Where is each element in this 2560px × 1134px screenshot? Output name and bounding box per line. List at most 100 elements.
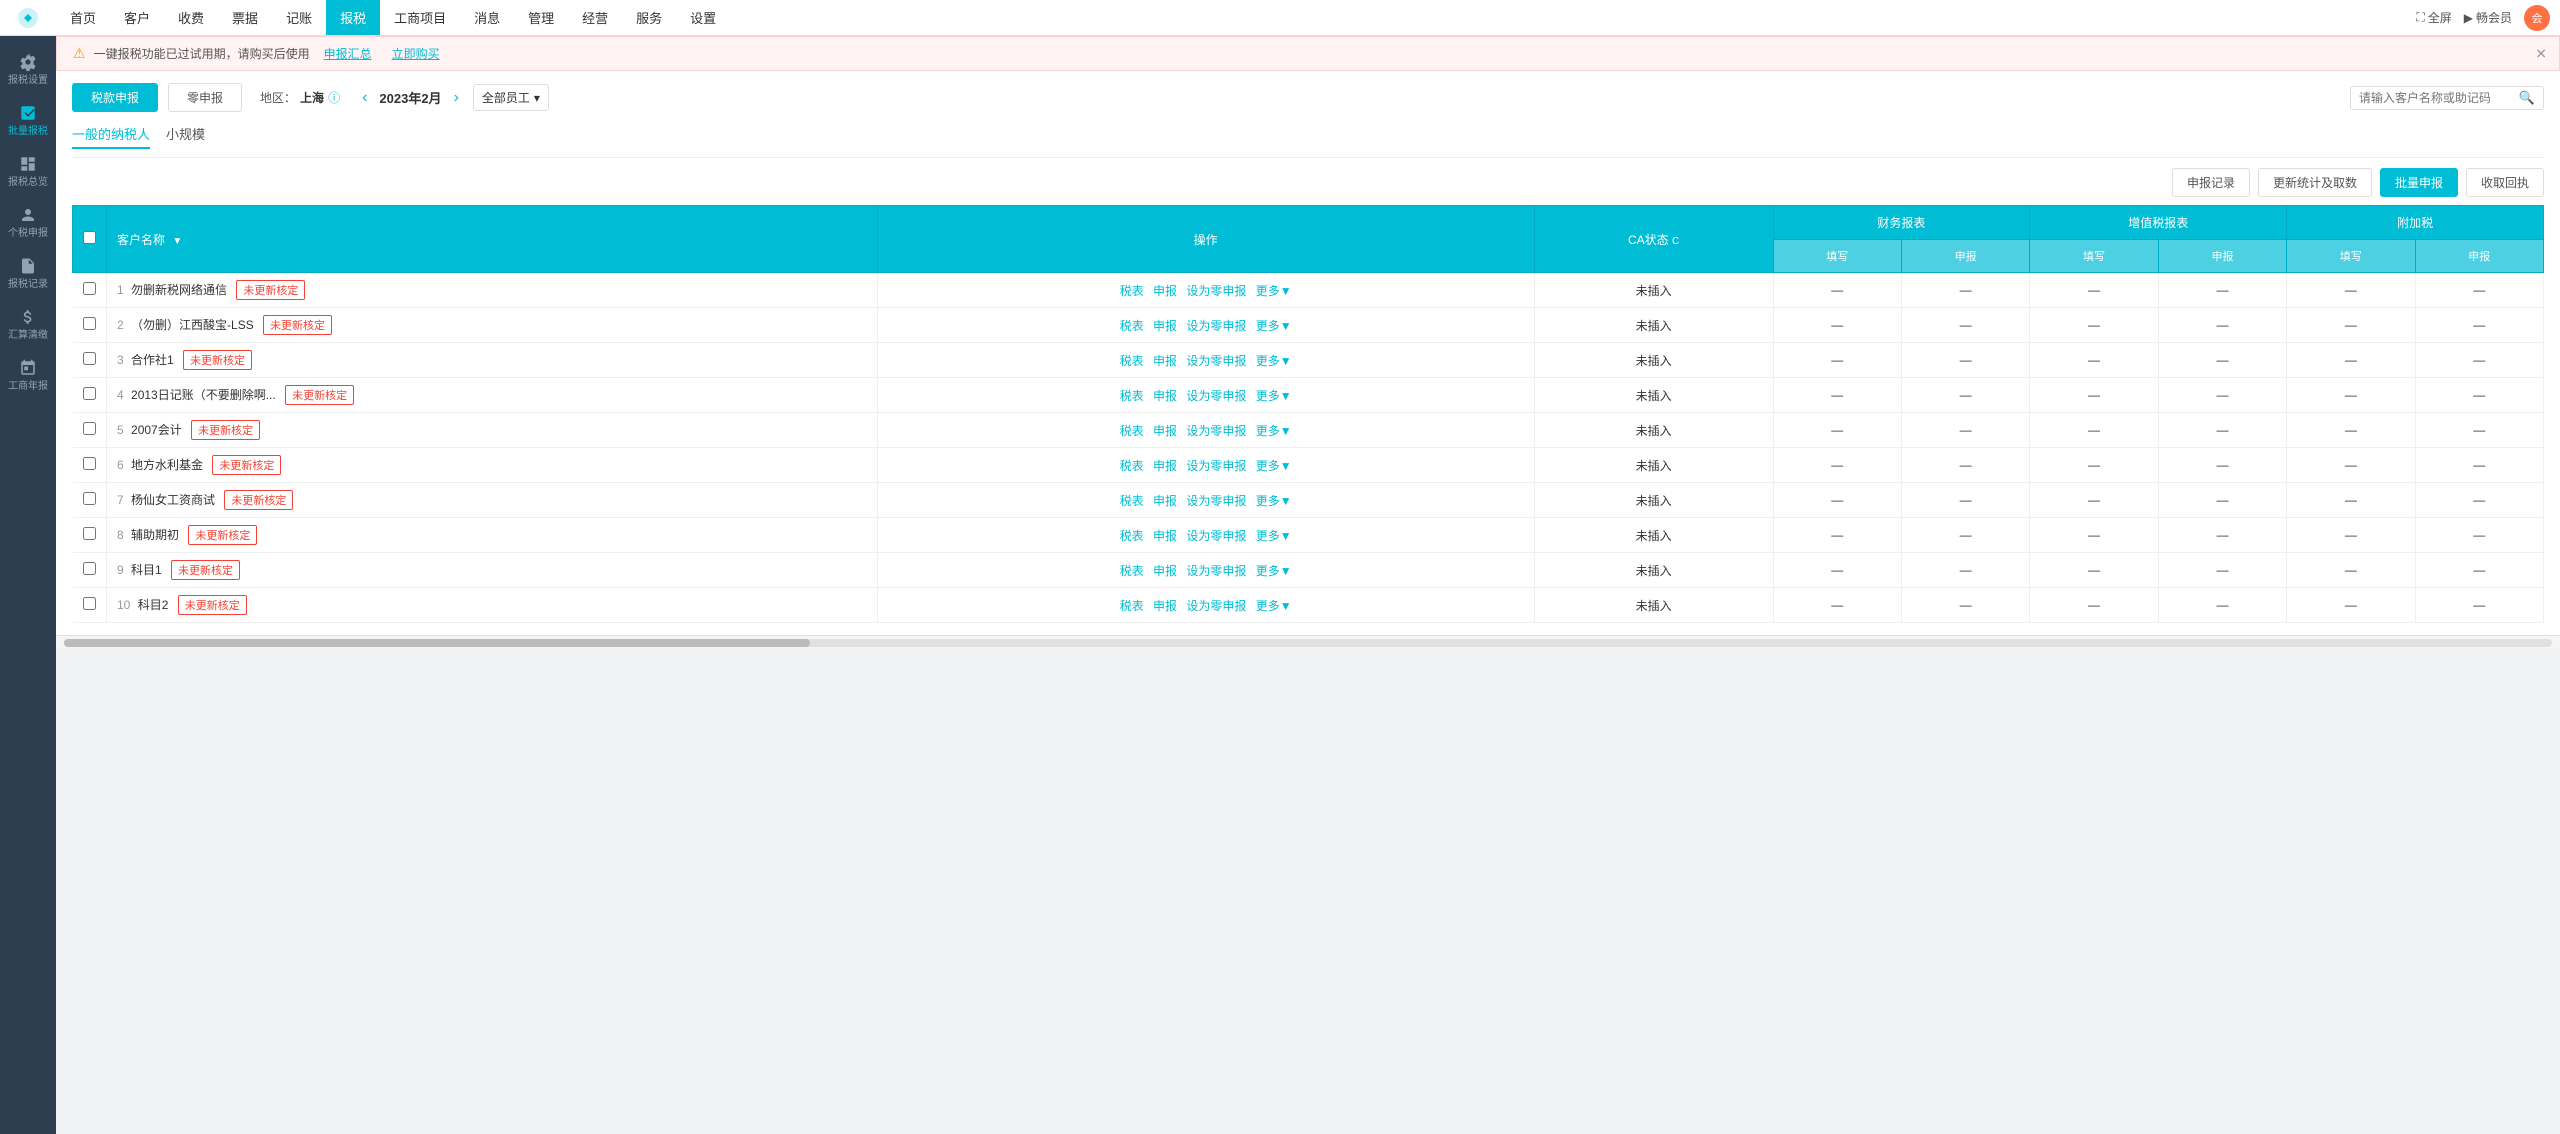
row-fin-fill: — xyxy=(1773,378,1901,413)
sub-tab-small[interactable]: 小规模 xyxy=(166,124,205,149)
op-tax-table[interactable]: 税表 xyxy=(1120,459,1144,473)
op-zero-declare[interactable]: 设为零申报 xyxy=(1186,354,1246,368)
op-more[interactable]: 更多▼ xyxy=(1256,319,1292,333)
sidebar-item-personal-tax[interactable]: 个税申报 xyxy=(0,197,56,248)
horizontal-scrollbar[interactable] xyxy=(56,635,2560,649)
op-more[interactable]: 更多▼ xyxy=(1256,389,1292,403)
member-button[interactable]: ▶ 畅会员 xyxy=(2464,9,2512,26)
op-zero-declare[interactable]: 设为零申报 xyxy=(1186,284,1246,298)
banner-link-buy[interactable]: 立即购买 xyxy=(392,45,440,62)
row-checkbox-3[interactable] xyxy=(83,387,96,400)
nav-billing[interactable]: 收费 xyxy=(164,0,218,35)
nav-service[interactable]: 服务 xyxy=(622,0,676,35)
op-declare[interactable]: 申报 xyxy=(1153,354,1177,368)
row-customer-name: 5 2007会计 未更新核定 xyxy=(107,413,878,448)
row-add-fill: — xyxy=(2287,378,2415,413)
retrieve-return-button[interactable]: 收取回执 xyxy=(2466,168,2544,197)
row-checkbox-cell xyxy=(73,588,107,623)
op-tax-table[interactable]: 税表 xyxy=(1120,284,1144,298)
staff-select[interactable]: 全部员工 ▾ xyxy=(473,84,549,111)
op-declare[interactable]: 申报 xyxy=(1153,319,1177,333)
op-tax-table[interactable]: 税表 xyxy=(1120,354,1144,368)
op-zero-declare[interactable]: 设为零申报 xyxy=(1186,389,1246,403)
nav-accounting[interactable]: 记账 xyxy=(272,0,326,35)
row-checkbox-0[interactable] xyxy=(83,282,96,295)
tab-zero-declare[interactable]: 零申报 xyxy=(168,83,242,112)
row-checkbox-2[interactable] xyxy=(83,352,96,365)
op-more[interactable]: 更多▼ xyxy=(1256,459,1292,473)
sidebar-item-tax-settings[interactable]: 报税设置 xyxy=(0,44,56,95)
nav-manage[interactable]: 管理 xyxy=(514,0,568,35)
op-zero-declare[interactable]: 设为零申报 xyxy=(1186,529,1246,543)
batch-declare-button[interactable]: 批量申报 xyxy=(2380,168,2458,197)
op-declare[interactable]: 申报 xyxy=(1153,459,1177,473)
op-tax-table[interactable]: 税表 xyxy=(1120,494,1144,508)
op-tax-table[interactable]: 税表 xyxy=(1120,424,1144,438)
nav-customer[interactable]: 客户 xyxy=(110,0,164,35)
op-zero-declare[interactable]: 设为零申报 xyxy=(1186,599,1246,613)
nav-settings[interactable]: 设置 xyxy=(676,0,730,35)
row-checkbox-6[interactable] xyxy=(83,492,96,505)
nav-home[interactable]: 首页 xyxy=(56,0,110,35)
op-tax-table[interactable]: 税表 xyxy=(1120,389,1144,403)
op-declare[interactable]: 申报 xyxy=(1153,389,1177,403)
sub-tab-general[interactable]: 一般的纳税人 xyxy=(72,124,150,149)
op-zero-declare[interactable]: 设为零申报 xyxy=(1186,319,1246,333)
op-more[interactable]: 更多▼ xyxy=(1256,494,1292,508)
nav-message[interactable]: 消息 xyxy=(460,0,514,35)
banner-link-summary[interactable]: 申报汇总 xyxy=(324,45,372,62)
tab-tax-declare[interactable]: 税款申报 xyxy=(72,83,158,112)
op-zero-declare[interactable]: 设为零申报 xyxy=(1186,424,1246,438)
row-checkbox-9[interactable] xyxy=(83,597,96,610)
op-zero-declare[interactable]: 设为零申报 xyxy=(1186,494,1246,508)
sidebar-item-overview[interactable]: 报税总览 xyxy=(0,146,56,197)
op-more[interactable]: 更多▼ xyxy=(1256,564,1292,578)
scrollbar-thumb[interactable] xyxy=(64,639,810,647)
nav-business[interactable]: 工商项目 xyxy=(380,0,460,35)
op-zero-declare[interactable]: 设为零申报 xyxy=(1186,459,1246,473)
op-tax-table[interactable]: 税表 xyxy=(1120,319,1144,333)
row-checkbox-7[interactable] xyxy=(83,527,96,540)
row-checkbox-1[interactable] xyxy=(83,317,96,330)
op-more[interactable]: 更多▼ xyxy=(1256,354,1292,368)
sidebar-item-tax-record[interactable]: 报税记录 xyxy=(0,248,56,299)
row-name: 辅助期初 xyxy=(131,528,179,542)
update-stats-button[interactable]: 更新统计及取数 xyxy=(2258,168,2372,197)
op-more[interactable]: 更多▼ xyxy=(1256,599,1292,613)
op-more[interactable]: 更多▼ xyxy=(1256,424,1292,438)
op-declare[interactable]: 申报 xyxy=(1153,599,1177,613)
sidebar-item-settlement[interactable]: 汇算清缴 xyxy=(0,299,56,350)
date-next-button[interactable]: › xyxy=(450,89,463,107)
op-zero-declare[interactable]: 设为零申报 xyxy=(1186,564,1246,578)
row-checkbox-5[interactable] xyxy=(83,457,96,470)
banner-close-button[interactable]: ✕ xyxy=(2535,45,2547,62)
search-icon[interactable]: 🔍 xyxy=(2519,90,2535,106)
declare-record-button[interactable]: 申报记录 xyxy=(2172,168,2250,197)
search-input[interactable] xyxy=(2359,91,2519,105)
nav-operation[interactable]: 经营 xyxy=(568,0,622,35)
info-icon[interactable]: ⓘ xyxy=(328,89,340,106)
nav-invoice[interactable]: 票据 xyxy=(218,0,272,35)
op-more[interactable]: 更多▼ xyxy=(1256,284,1292,298)
row-tax-declare: — xyxy=(2158,448,2286,483)
op-tax-table[interactable]: 税表 xyxy=(1120,564,1144,578)
sidebar-item-batch-tax[interactable]: 批量报税 xyxy=(0,95,56,146)
op-more[interactable]: 更多▼ xyxy=(1256,529,1292,543)
nav-tax[interactable]: 报税 xyxy=(326,0,380,35)
date-prev-button[interactable]: ‹ xyxy=(358,89,371,107)
select-all-checkbox[interactable] xyxy=(83,231,96,244)
op-declare[interactable]: 申报 xyxy=(1153,424,1177,438)
avatar[interactable]: 会 xyxy=(2524,5,2550,31)
row-checkbox-4[interactable] xyxy=(83,422,96,435)
row-tax-fill: — xyxy=(2030,553,2158,588)
op-tax-table[interactable]: 税表 xyxy=(1120,599,1144,613)
fullscreen-button[interactable]: ⛶ 全屏 xyxy=(2416,9,2451,26)
op-tax-table[interactable]: 税表 xyxy=(1120,529,1144,543)
row-checkbox-8[interactable] xyxy=(83,562,96,575)
scrollbar-track[interactable] xyxy=(64,639,2552,647)
op-declare[interactable]: 申报 xyxy=(1153,564,1177,578)
op-declare[interactable]: 申报 xyxy=(1153,284,1177,298)
op-declare[interactable]: 申报 xyxy=(1153,529,1177,543)
sidebar-item-annual[interactable]: 工商年报 xyxy=(0,350,56,401)
op-declare[interactable]: 申报 xyxy=(1153,494,1177,508)
